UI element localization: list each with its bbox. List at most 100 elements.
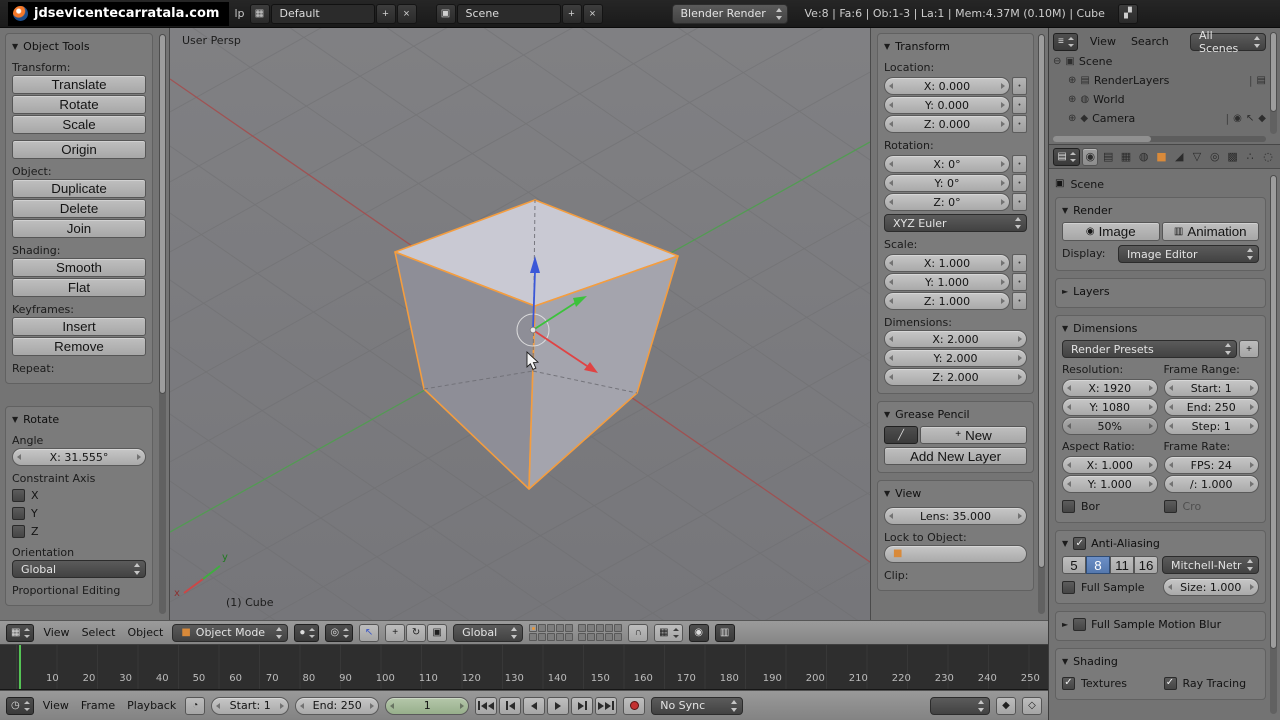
layers-panel-header[interactable]: ► Layers: [1062, 283, 1259, 300]
fsmb-panel-header[interactable]: ► Full Sample Motion Blur: [1062, 616, 1259, 633]
lock-rotation-y-button[interactable]: •: [1012, 174, 1027, 192]
aa-samples-5-button[interactable]: 5: [1062, 556, 1086, 574]
preview-range-toggle[interactable]: ◔: [185, 696, 206, 715]
add-new-layer-button[interactable]: Add New Layer: [884, 447, 1027, 465]
snap-element-button[interactable]: ▦: [654, 623, 683, 642]
lock-rotation-z-button[interactable]: •: [1012, 193, 1027, 211]
full-sample-row[interactable]: Full Sample: [1062, 578, 1157, 596]
record-button[interactable]: [623, 696, 646, 715]
scrollbar-thumb[interactable]: [1038, 34, 1045, 568]
smooth-button[interactable]: Smooth: [12, 258, 146, 277]
mode-dropdown[interactable]: ■ Object Mode: [172, 623, 289, 642]
render-engine-dropdown[interactable]: Blender Render: [671, 3, 788, 24]
anti-aliasing-checkbox[interactable]: ✓: [1073, 537, 1087, 550]
grease-pencil-new-button[interactable]: + New: [920, 426, 1027, 444]
expand-icon[interactable]: ⊕: [1068, 75, 1076, 86]
full-sample-checkbox[interactable]: [1062, 580, 1075, 594]
scene-add-button[interactable]: +: [561, 3, 582, 24]
textures-row[interactable]: ✓ Textures: [1062, 674, 1158, 692]
view-panel-header[interactable]: ▼ View: [884, 485, 1027, 502]
view-menu[interactable]: View: [40, 626, 72, 639]
outliner-row-world[interactable]: ⊕ ◍ World: [1053, 90, 1266, 109]
ray-tracing-row[interactable]: ✓ Ray Tracing: [1163, 674, 1260, 692]
lock-location-x-button[interactable]: •: [1012, 77, 1027, 95]
opengl-render-anim-button[interactable]: ▥: [714, 623, 735, 642]
next-keyframe-button[interactable]: [571, 696, 594, 715]
item-label[interactable]: RenderLayers: [1094, 74, 1170, 87]
expand-icon[interactable]: ⊖: [1053, 56, 1061, 67]
end-frame-field[interactable]: End: 250: [295, 696, 380, 715]
aspect-x-field[interactable]: X: 1.000: [1062, 456, 1158, 474]
object-tools-panel-header[interactable]: ▼ Object Tools: [12, 38, 146, 55]
scale-x-field[interactable]: X: 1.000: [884, 254, 1010, 272]
fsmb-checkbox[interactable]: [1073, 618, 1087, 631]
lock-scale-z-button[interactable]: •: [1012, 292, 1027, 310]
viewport-editor-type-button[interactable]: ▦: [6, 623, 35, 642]
lock-to-object-field[interactable]: ■: [884, 545, 1027, 563]
item-label[interactable]: Camera: [1092, 112, 1135, 125]
location-x-field[interactable]: X: 0.000: [884, 77, 1010, 95]
resolution-percentage-slider[interactable]: 50%: [1062, 417, 1158, 435]
screen-layout-delete-button[interactable]: ×: [396, 3, 417, 24]
select-menu[interactable]: Select: [79, 626, 119, 639]
outliner-view-menu[interactable]: View: [1087, 35, 1119, 48]
location-y-field[interactable]: Y: 0.000: [884, 96, 1010, 114]
current-frame-marker[interactable]: [19, 645, 21, 689]
aspect-y-field[interactable]: Y: 1.000: [1062, 475, 1158, 493]
dimension-x-field[interactable]: X: 2.000: [884, 330, 1027, 348]
aa-samples-16-button[interactable]: 16: [1134, 556, 1158, 574]
rotation-z-field[interactable]: Z: 0°: [884, 193, 1010, 211]
insert-keyframe-button[interactable]: Insert: [12, 317, 146, 336]
delete-keyframe-icon-button[interactable]: ◇: [1022, 696, 1042, 715]
lock-scale-x-button[interactable]: •: [1012, 254, 1027, 272]
duplicate-button[interactable]: Duplicate: [12, 179, 146, 198]
flat-button[interactable]: Flat: [12, 278, 146, 297]
timeline-editor-type-button[interactable]: ◷: [6, 696, 34, 715]
fps-base-field[interactable]: /: 1.000: [1163, 475, 1259, 493]
crop-checkbox[interactable]: [1163, 499, 1177, 513]
manipulator-center[interactable]: [529, 326, 537, 334]
scrollbar-thumb[interactable]: [1270, 175, 1277, 650]
lens-field[interactable]: Lens: 35.000: [884, 507, 1027, 525]
visibility-icon[interactable]: ◉: [1233, 113, 1242, 124]
constraint-y-checkbox[interactable]: [12, 506, 25, 520]
jump-to-end-button[interactable]: [595, 696, 618, 715]
scale-button[interactable]: Scale: [12, 115, 146, 134]
layer-group-1[interactable]: [529, 624, 574, 641]
n-panel-scrollbar[interactable]: [1038, 34, 1045, 614]
tab-render-layers[interactable]: ▤: [1100, 148, 1116, 166]
outliner-row-scene[interactable]: ⊖ ▣ Scene: [1053, 52, 1266, 71]
lock-location-y-button[interactable]: •: [1012, 96, 1027, 114]
selectability-icon[interactable]: ↖: [1246, 113, 1254, 124]
scene-browse-button[interactable]: ▣: [435, 3, 456, 24]
scale-z-field[interactable]: Z: 1.000: [884, 292, 1010, 310]
aa-filter-dropdown[interactable]: Mitchell-Netr: [1162, 556, 1259, 574]
tab-physics[interactable]: ◌: [1260, 148, 1276, 166]
constraint-z-row[interactable]: Z: [12, 522, 146, 540]
anti-aliasing-panel-header[interactable]: ▼ ✓ Anti-Aliasing: [1062, 535, 1259, 552]
timeline-view-menu[interactable]: View: [40, 699, 72, 712]
viewport-3d[interactable]: User Persp (1) Cube x y: [170, 28, 870, 620]
manipulator-rotate-button[interactable]: ↻: [406, 623, 427, 642]
display-dropdown[interactable]: Image Editor: [1118, 245, 1259, 263]
scale-y-field[interactable]: Y: 1.000: [884, 273, 1010, 291]
rotation-mode-dropdown[interactable]: XYZ Euler: [884, 214, 1027, 232]
delete-button[interactable]: Delete: [12, 199, 146, 218]
aa-samples-8-button[interactable]: 8: [1086, 556, 1110, 574]
current-frame-field[interactable]: 1: [385, 696, 470, 715]
tab-material[interactable]: ◎: [1207, 148, 1223, 166]
add-preset-button[interactable]: +: [1239, 340, 1259, 358]
tab-particles[interactable]: ∴: [1242, 148, 1258, 166]
window-duplicate-button[interactable]: ▞: [1117, 3, 1138, 24]
constraint-y-row[interactable]: Y: [12, 504, 146, 522]
dimension-y-field[interactable]: Y: 2.000: [884, 349, 1027, 367]
origin-button[interactable]: Origin: [12, 140, 146, 159]
outliner-search-menu[interactable]: Search: [1128, 35, 1172, 48]
border-row[interactable]: Bor: [1062, 497, 1158, 515]
scrollbar-thumb[interactable]: [1270, 32, 1277, 112]
expand-icon[interactable]: ⊕: [1068, 94, 1076, 105]
dimensions-panel-header[interactable]: ▼ Dimensions: [1062, 320, 1259, 337]
resolution-y-field[interactable]: Y: 1080: [1062, 398, 1158, 416]
constraint-z-checkbox[interactable]: [12, 524, 25, 538]
join-button[interactable]: Join: [12, 219, 146, 238]
